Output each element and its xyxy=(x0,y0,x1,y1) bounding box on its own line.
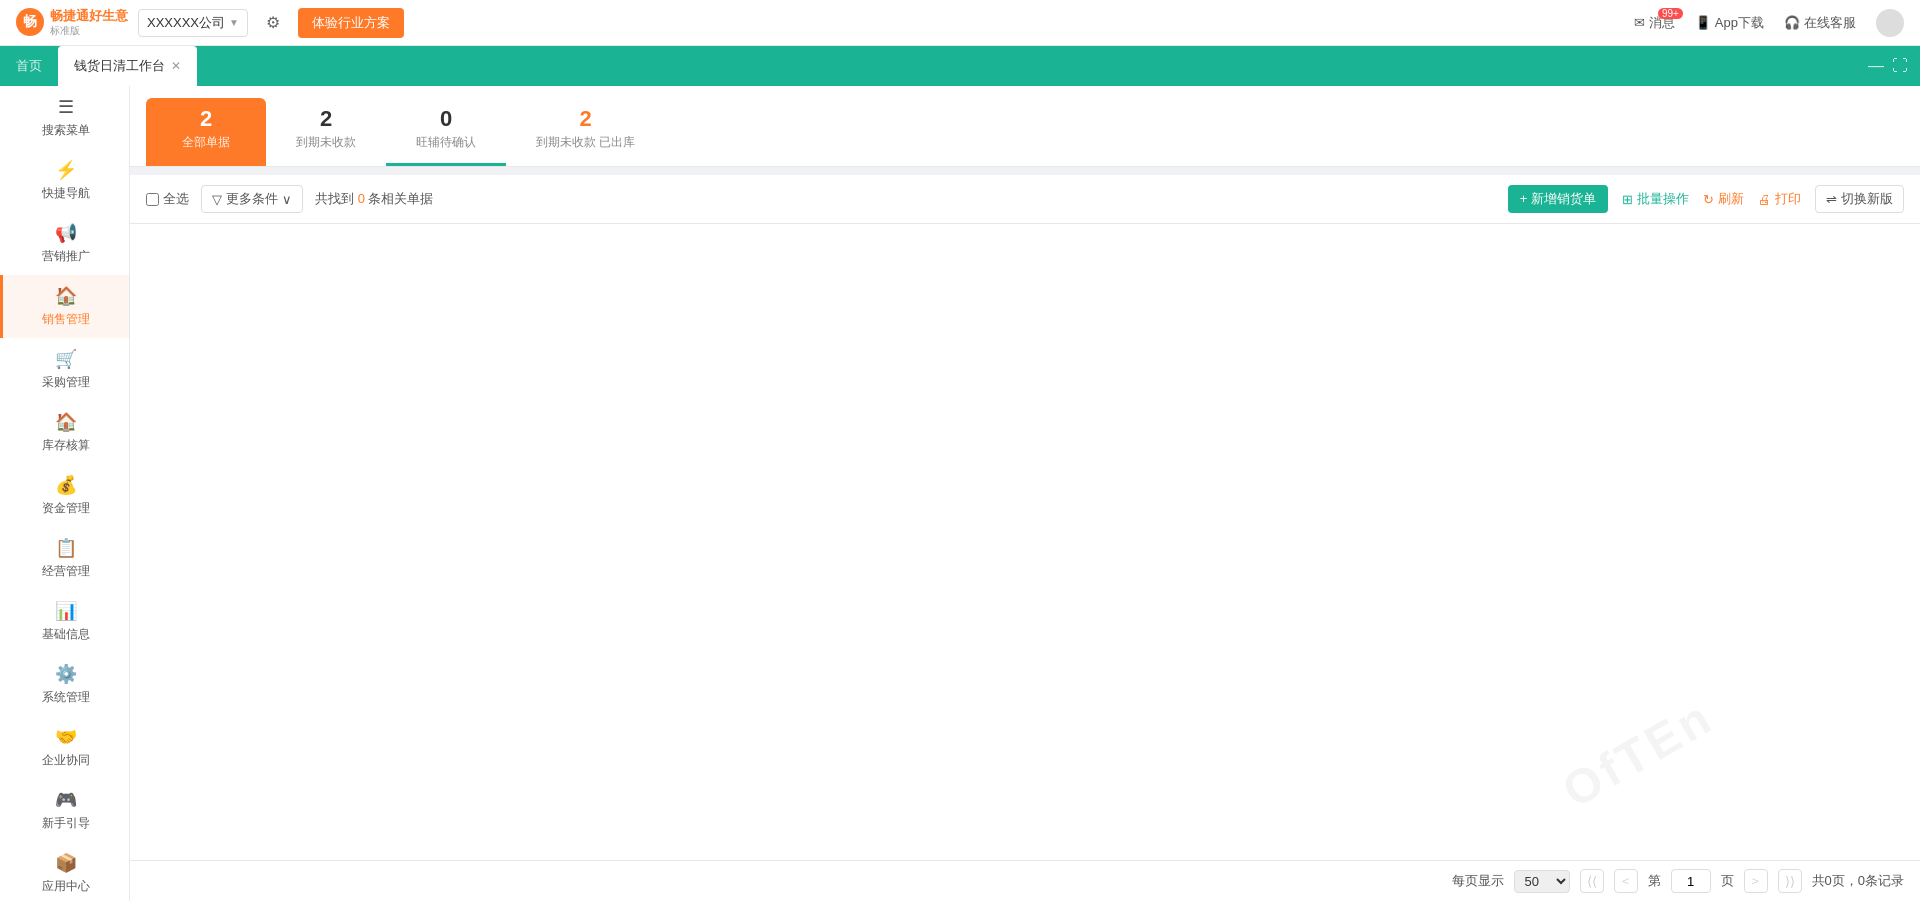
stat-label-pending: 旺辅待确认 xyxy=(416,134,476,151)
download-icon: 📱 xyxy=(1695,15,1711,30)
app-download-button[interactable]: 📱 App下载 xyxy=(1695,14,1764,32)
refresh-button[interactable]: ↻ 刷新 xyxy=(1703,190,1744,208)
sidebar-item-search[interactable]: ☰ 搜索菜单 xyxy=(0,86,129,149)
switch-version-button[interactable]: ⇌ 切换新版 xyxy=(1815,185,1904,213)
stat-tab-overdue[interactable]: 2 到期未收款 xyxy=(266,98,386,166)
sidebar-item-enterprise[interactable]: 🤝 企业协同 xyxy=(0,716,129,779)
message-icon: ✉ xyxy=(1634,15,1645,30)
page-last-button[interactable]: ⟩⟩ xyxy=(1778,869,1802,893)
stat-label-all: 全部单据 xyxy=(182,134,230,151)
add-sales-button[interactable]: + 新增销货单 xyxy=(1508,185,1608,213)
message-button[interactable]: ✉ 消息 99+ xyxy=(1634,14,1675,32)
pagination-total: 共0页，0条记录 xyxy=(1812,872,1904,890)
guide-icon: 🎮 xyxy=(55,789,77,811)
marketing-icon: 📢 xyxy=(55,222,77,244)
page-prev-button[interactable]: ＜ xyxy=(1614,869,1638,893)
tab-maximize-icon[interactable]: ⛶ xyxy=(1892,57,1908,75)
enterprise-icon: 🤝 xyxy=(55,726,77,748)
finance-icon: 💰 xyxy=(55,474,77,496)
inventory-icon: 🏠 xyxy=(55,411,77,433)
stats-tabs: 2 全部单据 2 到期未收款 0 旺辅待确认 2 到期未收款 已出库 xyxy=(130,86,1920,167)
found-text: 共找到 0 条相关单据 xyxy=(315,190,433,208)
tab-bar-actions: — ⛶ xyxy=(1868,57,1920,75)
table-area xyxy=(130,224,1920,860)
sidebar-item-purchase[interactable]: 🛒 采购管理 xyxy=(0,338,129,401)
avatar[interactable] xyxy=(1876,9,1904,37)
stat-tab-shipped[interactable]: 2 到期未收款 已出库 xyxy=(506,98,665,166)
print-icon: 🖨 xyxy=(1758,192,1771,207)
logo-icon: 畅 xyxy=(16,8,44,36)
checkbox-input[interactable] xyxy=(146,193,159,206)
filter-icon: ▽ xyxy=(212,192,222,207)
page-input[interactable] xyxy=(1671,869,1711,893)
switch-icon: ⇌ xyxy=(1826,192,1837,207)
stat-number-pending: 0 xyxy=(440,106,452,132)
basics-icon: 📊 xyxy=(55,600,77,622)
header-right: ✉ 消息 99+ 📱 App下载 🎧 在线客服 xyxy=(1634,9,1904,37)
stat-number-shipped: 2 xyxy=(580,106,592,132)
sidebar-item-sales[interactable]: 🏠 销售管理 xyxy=(0,275,129,338)
sidebar-item-appcenter[interactable]: 📦 应用中心 xyxy=(0,842,129,901)
stat-tab-pending[interactable]: 0 旺辅待确认 xyxy=(386,98,506,166)
page-size-select[interactable]: 50 100 200 xyxy=(1514,870,1570,893)
page-label: 第 xyxy=(1648,872,1661,890)
sales-icon: 🏠 xyxy=(55,285,77,307)
toolbar-right: + 新增销货单 ⊞ 批量操作 ↻ 刷新 🖨 打印 ⇌ 切换新版 xyxy=(1508,185,1904,213)
batch-operation-button[interactable]: ⊞ 批量操作 xyxy=(1622,190,1689,208)
quicknav-icon: ⚡ xyxy=(55,159,77,181)
tab-close-icon[interactable]: ✕ xyxy=(171,59,181,73)
tab-workbench[interactable]: 钱货日清工作台 ✕ xyxy=(58,46,197,86)
tab-bar: 首页 钱货日清工作台 ✕ — ⛶ xyxy=(0,46,1920,86)
company-selector[interactable]: XXXXXX公司 ▼ xyxy=(138,9,248,37)
page-first-button[interactable]: ⟨⟨ xyxy=(1580,869,1604,893)
pagination-bar: 每页显示 50 100 200 ⟨⟨ ＜ 第 页 ＞ ⟩⟩ 共0页，0条记录 xyxy=(130,860,1920,901)
refresh-icon: ↻ xyxy=(1703,192,1714,207)
filter-chevron-icon: ∨ xyxy=(282,192,292,207)
sidebar-item-quicknav[interactable]: ⚡ 快捷导航 xyxy=(0,149,129,212)
tab-home[interactable]: 首页 xyxy=(0,46,58,86)
sidebar-item-operations[interactable]: 📋 经营管理 xyxy=(0,527,129,590)
stat-label-shipped: 到期未收款 已出库 xyxy=(536,134,635,151)
toolbar: 全选 ▽ 更多条件 ∨ 共找到 0 条相关单据 + 新增销货单 ⊞ 批量操作 ↻ xyxy=(130,175,1920,224)
trial-button[interactable]: 体验行业方案 xyxy=(298,8,404,38)
service-icon: 🎧 xyxy=(1784,15,1800,30)
tab-minimize-icon[interactable]: — xyxy=(1868,57,1884,75)
settings-button[interactable]: ⚙ xyxy=(258,8,288,38)
content-area: 2 全部单据 2 到期未收款 0 旺辅待确认 2 到期未收款 已出库 全选 xyxy=(130,86,1920,901)
appcenter-icon: 📦 xyxy=(55,852,77,874)
operations-icon: 📋 xyxy=(55,537,77,559)
page-end-label: 页 xyxy=(1721,872,1734,890)
stat-label-overdue: 到期未收款 xyxy=(296,134,356,151)
top-header: 畅 畅捷通好生意 标准版 XXXXXX公司 ▼ ⚙ 体验行业方案 ✉ 消息 99… xyxy=(0,0,1920,46)
sidebar: ☰ 搜索菜单 ⚡ 快捷导航 📢 营销推广 🏠 销售管理 🛒 采购管理 🏠 库存核… xyxy=(0,86,130,901)
stat-number-overdue: 2 xyxy=(320,106,332,132)
search-menu-icon: ☰ xyxy=(58,96,74,118)
logo-area: 畅 畅捷通好生意 标准版 xyxy=(16,8,128,38)
purchase-icon: 🛒 xyxy=(55,348,77,370)
page-size-label: 每页显示 xyxy=(1452,872,1504,890)
sidebar-item-system[interactable]: ⚙️ 系统管理 xyxy=(0,653,129,716)
filter-button[interactable]: ▽ 更多条件 ∨ xyxy=(201,185,303,213)
sidebar-item-inventory[interactable]: 🏠 库存核算 xyxy=(0,401,129,464)
stat-tab-all[interactable]: 2 全部单据 xyxy=(146,98,266,166)
sidebar-item-finance[interactable]: 💰 资金管理 xyxy=(0,464,129,527)
print-button[interactable]: 🖨 打印 xyxy=(1758,190,1801,208)
sidebar-item-basics[interactable]: 📊 基础信息 xyxy=(0,590,129,653)
header-left: 畅 畅捷通好生意 标准版 XXXXXX公司 ▼ ⚙ 体验行业方案 xyxy=(16,8,404,38)
main-layout: ☰ 搜索菜单 ⚡ 快捷导航 📢 营销推广 🏠 销售管理 🛒 采购管理 🏠 库存核… xyxy=(0,86,1920,901)
batch-icon: ⊞ xyxy=(1622,192,1633,207)
page-next-button[interactable]: ＞ xyxy=(1744,869,1768,893)
sidebar-item-marketing[interactable]: 📢 营销推广 xyxy=(0,212,129,275)
system-icon: ⚙️ xyxy=(55,663,77,685)
select-all-checkbox[interactable]: 全选 xyxy=(146,190,189,208)
logo-text: 畅捷通好生意 标准版 xyxy=(50,8,128,38)
stat-number-all: 2 xyxy=(200,106,212,132)
chevron-down-icon: ▼ xyxy=(229,17,239,28)
online-service-button[interactable]: 🎧 在线客服 xyxy=(1784,14,1856,32)
message-badge: 99+ xyxy=(1658,8,1683,19)
sidebar-item-guide[interactable]: 🎮 新手引导 xyxy=(0,779,129,842)
